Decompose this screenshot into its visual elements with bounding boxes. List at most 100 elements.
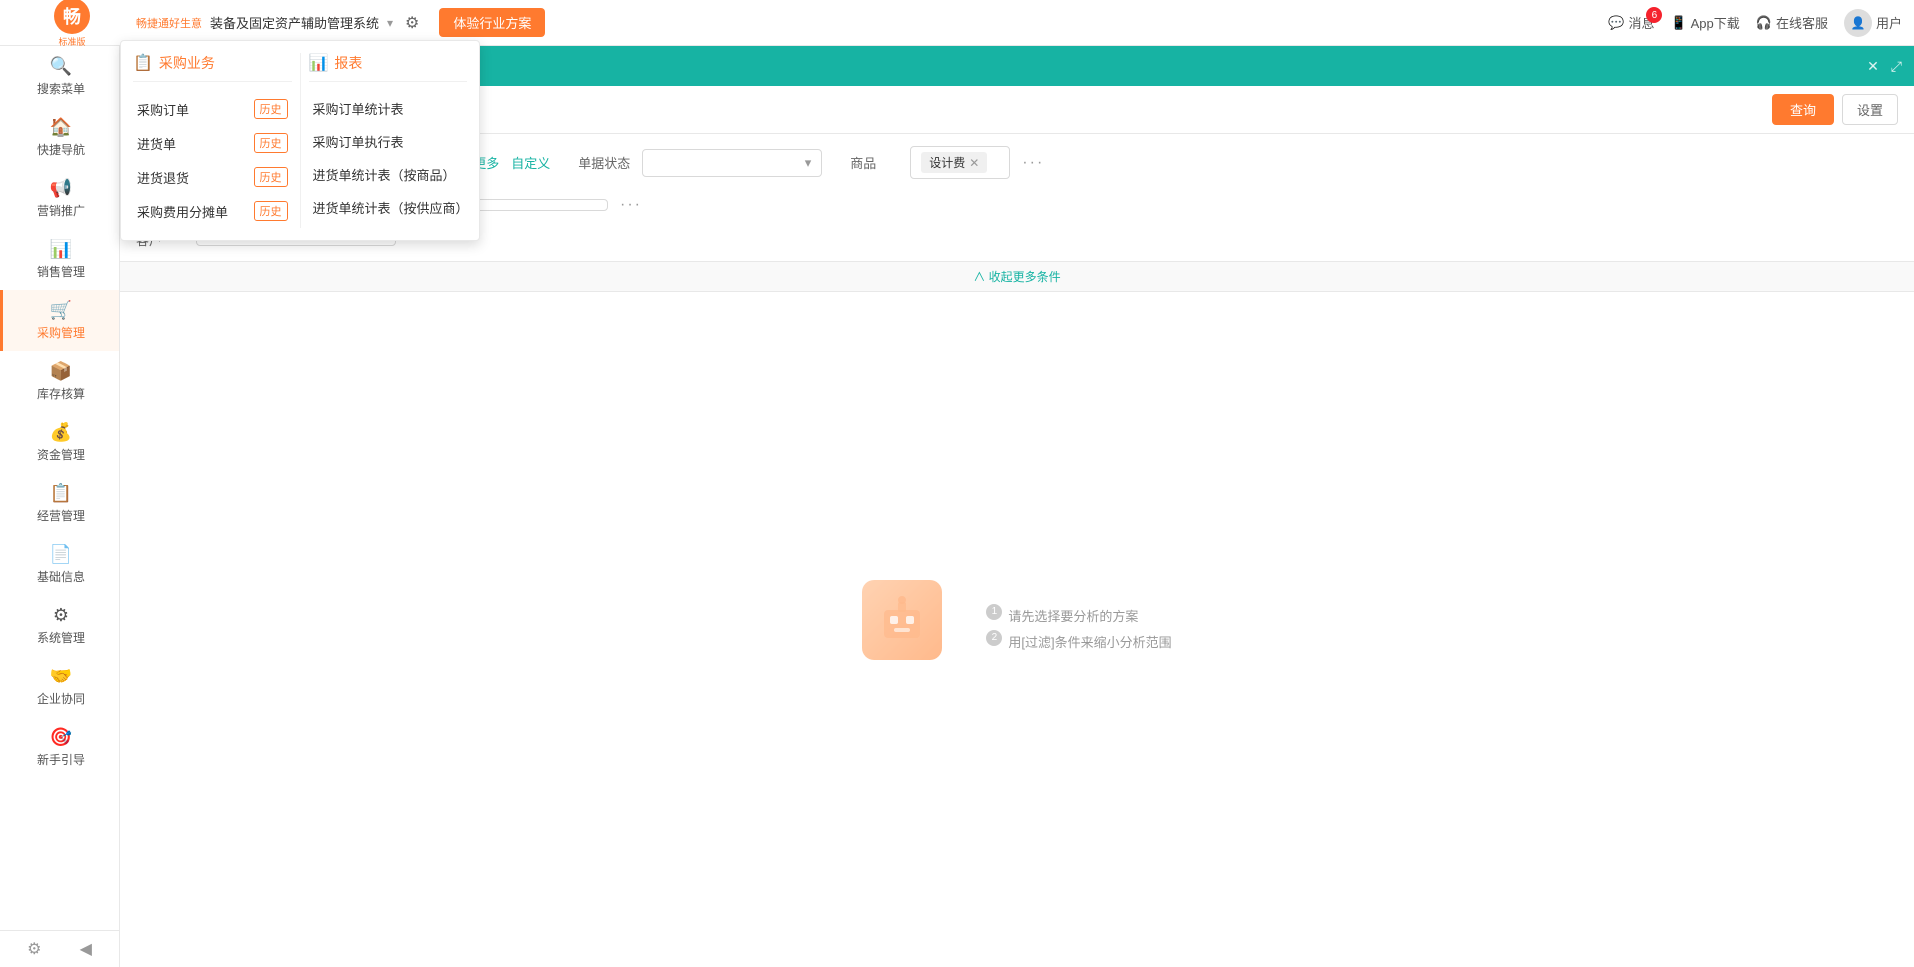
report-inbound-goods-item[interactable]: 进货单统计表（按商品） (309, 158, 468, 191)
guide-icon: 🎯 (50, 727, 72, 748)
search-icon: 🔍 (50, 56, 72, 77)
sidebar-collapse-icon[interactable]: ◀ (80, 939, 92, 959)
phone-icon: 📱 (1670, 15, 1686, 31)
report-col-label: 报表 (334, 53, 362, 73)
hint1-text: 请先选择要分析的方案 (1008, 604, 1138, 630)
sidebar-item-purchase[interactable]: 🛒 采购管理 (0, 290, 119, 351)
purchase-inbound-label: 进货单 (137, 134, 176, 153)
purchase-return-item[interactable]: 进货退货 历史 (133, 160, 292, 194)
report-col-icon: 📊 (309, 53, 329, 73)
purchase-return-history-tag[interactable]: 历史 (254, 167, 288, 187)
collapse-bar[interactable]: ∧ 收起更多条件 (120, 262, 1914, 292)
sidebar-item-system[interactable]: ⚙ 系统管理 (0, 595, 119, 656)
sidebar-item-finance[interactable]: 💰 资金管理 (0, 412, 119, 473)
status-label: 单据状态 (578, 153, 630, 172)
sidebar-item-guide[interactable]: 🎯 新手引导 (0, 717, 119, 778)
goods-input[interactable]: 设计费 ✕ (910, 146, 1010, 179)
logo-area: 畅 标准版 (12, 0, 132, 48)
sidebar-settings-icon[interactable]: ⚙ (27, 939, 41, 959)
tab-close-all-icon[interactable]: ✕ (1863, 56, 1883, 77)
edition-label: 标准版 (58, 35, 85, 48)
app-download-btn[interactable]: 📱 App下载 (1670, 13, 1739, 32)
user-btn[interactable]: 👤 用户 (1844, 9, 1902, 37)
goods-tag-value: 设计费 (929, 154, 965, 171)
goods-tag-remove[interactable]: ✕ (969, 156, 979, 170)
logo-icon: 畅 (54, 0, 90, 34)
message-icon: 💬 (1608, 15, 1624, 31)
query-btn[interactable]: 查询 (1772, 94, 1834, 125)
date-shortcut-custom[interactable]: 自定义 (511, 153, 550, 172)
report-po-stat-label: 采购订单统计表 (313, 99, 404, 118)
report-po-exec-label: 采购订单执行表 (313, 132, 404, 151)
header-right: 💬 消息 6 📱 App下载 🎧 在线客服 👤 用户 (1608, 9, 1902, 37)
empty-hint-2: 2 用[过滤]条件来缩小分析范围 (986, 630, 1171, 656)
purchase-inbound-history-tag[interactable]: 历史 (254, 133, 288, 153)
sidebar-collab-label: 企业协同 (37, 690, 85, 707)
tab-right-buttons: ✕ ⤢ (1863, 56, 1914, 77)
report-inbound-goods-label: 进货单统计表（按商品） (313, 165, 456, 184)
step2-num: 2 (986, 630, 1002, 646)
finance-icon: 💰 (50, 422, 72, 443)
step1-num: 1 (986, 604, 1002, 620)
sidebar-item-quicknav[interactable]: 🏠 快捷导航 (0, 107, 119, 168)
purchase-expense-item[interactable]: 采购费用分摊单 历史 (133, 194, 292, 228)
sidebar-item-operation[interactable]: 📋 经营管理 (0, 473, 119, 534)
collab-icon: 🤝 (50, 666, 72, 687)
report-po-stat-item[interactable]: 采购订单统计表 (309, 92, 468, 125)
purchase-col-label: 采购业务 (159, 53, 215, 73)
app-download-label: App下载 (1691, 13, 1740, 32)
system-title: 装备及固定资产辅助管理系统 (210, 13, 379, 32)
sidebar-search-label: 搜索菜单 (37, 80, 85, 97)
purchase-expense-label: 采购费用分摊单 (137, 202, 228, 221)
sidebar-purchase-label: 采购管理 (37, 324, 85, 341)
sidebar-marketing-label: 营销推广 (37, 202, 85, 219)
inventory-icon: 📦 (50, 361, 72, 382)
setting-btn[interactable]: 设置 (1842, 94, 1898, 125)
sidebar-item-collab[interactable]: 🤝 企业协同 (0, 656, 119, 717)
dropdown-divider (300, 53, 301, 228)
purchase-icon: 🛒 (50, 300, 72, 321)
message-btn[interactable]: 💬 消息 6 (1608, 13, 1654, 32)
sales-icon: 📊 (50, 239, 72, 260)
purchase-col-icon: 📋 (133, 53, 153, 73)
operation-icon: 📋 (50, 483, 72, 504)
goods-tag: 设计费 ✕ (921, 152, 987, 173)
online-service-btn[interactable]: 🎧 在线客服 (1756, 13, 1828, 32)
industry-btn[interactable]: 体验行业方案 (439, 8, 545, 37)
sidebar-item-sales[interactable]: 📊 销售管理 (0, 229, 119, 290)
online-service-label: 在线客服 (1776, 13, 1828, 32)
report-col-title: 📊 报表 (309, 53, 468, 82)
empty-hint-1: 1 请先选择要分析的方案 (986, 604, 1171, 630)
sidebar-bottom: ⚙ ◀ (0, 930, 119, 967)
staff-more-btn[interactable]: ··· (620, 196, 642, 214)
purchase-expense-history-tag[interactable]: 历史 (254, 201, 288, 221)
sidebar-finance-label: 资金管理 (37, 446, 85, 463)
report-po-exec-item[interactable]: 采购订单执行表 (309, 125, 468, 158)
empty-state: 1 请先选择要分析的方案 2 用[过滤]条件来缩小分析范围 (120, 292, 1914, 967)
empty-robot-illustration (862, 580, 942, 660)
empty-text: 1 请先选择要分析的方案 2 用[过滤]条件来缩小分析范围 (986, 604, 1171, 656)
sidebar-item-marketing[interactable]: 📢 营销推广 (0, 168, 119, 229)
purchase-inbound-item[interactable]: 进货单 历史 (133, 126, 292, 160)
report-inbound-supplier-label: 进货单统计表（按供应商） (313, 198, 464, 217)
tab-expand-icon[interactable]: ⤢ (1887, 56, 1906, 77)
sidebar-item-basicinfo[interactable]: 📄 基础信息 (0, 534, 119, 595)
purchase-col-title: 📋 采购业务 (133, 53, 292, 82)
purchase-order-item[interactable]: 采购订单 历史 (133, 92, 292, 126)
sidebar-item-search[interactable]: 🔍 搜索菜单 (0, 46, 119, 107)
purchase-order-history-tag[interactable]: 历史 (254, 99, 288, 119)
sidebar-item-inventory[interactable]: 📦 库存核算 (0, 351, 119, 412)
marketing-icon: 📢 (50, 178, 72, 199)
settings-gear-icon[interactable]: ⚙ (405, 13, 419, 33)
purchase-return-label: 进货退货 (137, 168, 189, 187)
status-select[interactable]: ▾ (642, 149, 822, 177)
dropdown-arrow-icon[interactable]: ▾ (387, 16, 393, 30)
headset-icon: 🎧 (1756, 15, 1772, 31)
empty-image (862, 580, 962, 680)
robot-svg (872, 590, 932, 650)
status-dropdown-icon: ▾ (805, 155, 812, 171)
report-inbound-supplier-item[interactable]: 进货单统计表（按供应商） (309, 191, 468, 224)
goods-more-btn[interactable]: ··· (1022, 154, 1044, 172)
goods-label: 商品 (850, 153, 898, 172)
sidebar: 🔍 搜索菜单 🏠 快捷导航 📢 营销推广 📊 销售管理 🛒 采购管理 📦 库存核… (0, 46, 120, 967)
